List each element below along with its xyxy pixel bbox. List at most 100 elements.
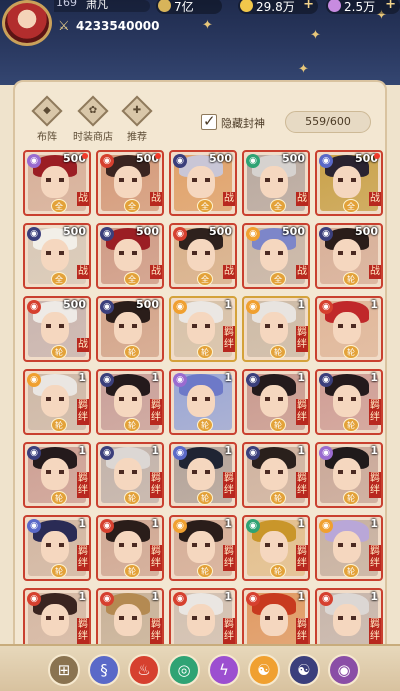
- hero-card[interactable]: ◉ 1 羁绊轮: [23, 515, 91, 581]
- hero-face: [333, 239, 361, 271]
- hero-card[interactable]: ◉ 500 战全: [242, 223, 310, 289]
- water-element-icon[interactable]: §: [88, 654, 120, 686]
- resource-jade: 2.5万 +: [326, 0, 400, 14]
- hero-eyes: [338, 470, 356, 474]
- hero-card[interactable]: ◉ 1 羁绊轮: [315, 442, 383, 508]
- hero-card[interactable]: ◉ 500 战全: [23, 223, 91, 289]
- fashion-shop-icon: ✿: [77, 95, 109, 127]
- hero-card[interactable]: ◉ 1 羁绊轮: [242, 369, 310, 435]
- hero-tag: 羁绊: [296, 472, 308, 498]
- hero-card[interactable]: ◉ 500 战轮: [315, 223, 383, 289]
- hero-card[interactable]: ◉ 1 羁绊轮: [315, 369, 383, 435]
- hero-card[interactable]: ◉ 500 战全: [96, 223, 164, 289]
- hero-tag: 战: [223, 265, 235, 279]
- formation-button[interactable]: ◆ 布阵: [23, 95, 71, 143]
- all-element-icon[interactable]: ◉: [328, 654, 360, 686]
- hero-tag: 战: [296, 265, 308, 279]
- hero-card[interactable]: ◉ 500 战轮: [23, 296, 91, 362]
- hero-badge: 轮: [51, 491, 67, 505]
- hero-card[interactable]: ◉ 1 羁绊轮: [96, 442, 164, 508]
- hero-card[interactable]: ◉ 1 羁绊轮: [23, 369, 91, 435]
- hero-card[interactable]: ◉ 500 战全: [96, 150, 164, 216]
- resource-gold: 29.8万 +: [238, 0, 318, 14]
- hero-tag: 羁绊: [223, 326, 235, 352]
- hero-eyes: [46, 178, 64, 182]
- hero-eyes: [46, 470, 64, 474]
- hero-card[interactable]: ◉ 1 羁绊轮: [23, 442, 91, 508]
- hero-eyes: [265, 251, 283, 255]
- hero-card[interactable]: ◉ 1 轮: [315, 296, 383, 362]
- hero-badge: 全: [197, 199, 213, 213]
- hero-tag: 羁绊: [369, 472, 381, 498]
- hero-card[interactable]: ◉ 500 战全: [242, 150, 310, 216]
- element-icon: ◉: [246, 154, 260, 168]
- hero-tag: 羁绊: [77, 618, 89, 644]
- element-icon: ◉: [27, 154, 41, 168]
- hero-level: 500: [282, 225, 305, 238]
- hero-card[interactable]: ◉ 500 战全: [169, 150, 237, 216]
- hero-badge: 轮: [343, 272, 359, 286]
- yin-element-icon[interactable]: ☯: [288, 654, 320, 686]
- add-jade-button[interactable]: +: [385, 0, 396, 12]
- hero-eyes: [265, 324, 283, 328]
- hero-face: [187, 312, 215, 344]
- hero-level: 500: [355, 225, 378, 238]
- hero-face: [333, 312, 361, 344]
- hero-level: 1: [78, 371, 86, 384]
- resource-coins: 7亿: [156, 0, 222, 14]
- hero-card[interactable]: ◉ 1 羁绊轮: [242, 442, 310, 508]
- hero-level: 1: [297, 371, 305, 384]
- hero-eyes: [192, 178, 210, 182]
- resource-value: 29.8万: [256, 0, 295, 14]
- hide-deified-label[interactable]: 隐藏封神: [221, 115, 265, 131]
- hero-card[interactable]: ◉ 500 战全: [23, 150, 91, 216]
- thunder-element-icon[interactable]: ϟ: [208, 654, 240, 686]
- hero-tag: 羁绊: [223, 545, 235, 571]
- hero-card[interactable]: ◉ 500 战全: [315, 150, 383, 216]
- hero-badge: 轮: [124, 491, 140, 505]
- grid-icon[interactable]: ⊞: [48, 654, 80, 686]
- hero-card[interactable]: ◉ 500 战全: [169, 223, 237, 289]
- element-icon: ◉: [319, 227, 333, 241]
- hero-card[interactable]: ◉ 1 羁绊轮: [96, 369, 164, 435]
- hero-card[interactable]: ◉ 1 羁绊轮: [242, 296, 310, 362]
- hero-level: 1: [370, 590, 378, 603]
- hero-card[interactable]: ◉ 1 羁绊轮: [96, 515, 164, 581]
- fashion-shop-button[interactable]: ✿ 时装商店: [67, 95, 119, 143]
- element-icon: ◉: [319, 446, 333, 460]
- hero-card[interactable]: ◉ 1 羁绊轮: [169, 296, 237, 362]
- hero-badge: 轮: [270, 564, 286, 578]
- element-icon: ◉: [246, 519, 260, 533]
- hero-card[interactable]: ◉ 500 轮: [96, 296, 164, 362]
- fire-element-icon[interactable]: ♨: [128, 654, 160, 686]
- coin-icon: [158, 0, 171, 12]
- hero-tag: 羁绊: [296, 618, 308, 644]
- wind-element-icon[interactable]: ◎: [168, 654, 200, 686]
- hero-tag: 羁绊: [296, 399, 308, 425]
- hero-face: [187, 385, 215, 417]
- element-icon: ◉: [319, 592, 333, 606]
- element-icon: ◉: [27, 300, 41, 314]
- hero-face: [114, 531, 142, 563]
- hero-card[interactable]: ◉ 1 羁绊轮: [315, 515, 383, 581]
- hero-level: 1: [370, 371, 378, 384]
- element-icon: ◉: [27, 519, 41, 533]
- hero-tag: 羁绊: [369, 399, 381, 425]
- hero-tag: 战: [150, 265, 162, 279]
- hide-deified-checkbox[interactable]: ✓: [201, 112, 217, 130]
- hero-face: [333, 385, 361, 417]
- hero-card[interactable]: ◉ 1 羁绊轮: [242, 515, 310, 581]
- add-gold-button[interactable]: +: [303, 0, 314, 12]
- checkmark-icon: ✓: [203, 112, 216, 130]
- hero-card[interactable]: ◉ 1 轮: [169, 369, 237, 435]
- hero-card[interactable]: ◉ 1 羁绊轮: [169, 515, 237, 581]
- hero-tag: 羁绊: [77, 399, 89, 425]
- hero-badge: 轮: [51, 418, 67, 432]
- hero-card[interactable]: ◉ 1 羁绊轮: [169, 442, 237, 508]
- recommend-button[interactable]: ✚ 推荐: [113, 95, 161, 143]
- element-icon: ◉: [100, 592, 114, 606]
- hero-face: [187, 239, 215, 271]
- player-avatar[interactable]: [2, 0, 52, 46]
- hero-face: [187, 458, 215, 490]
- yang-element-icon[interactable]: ☯: [248, 654, 280, 686]
